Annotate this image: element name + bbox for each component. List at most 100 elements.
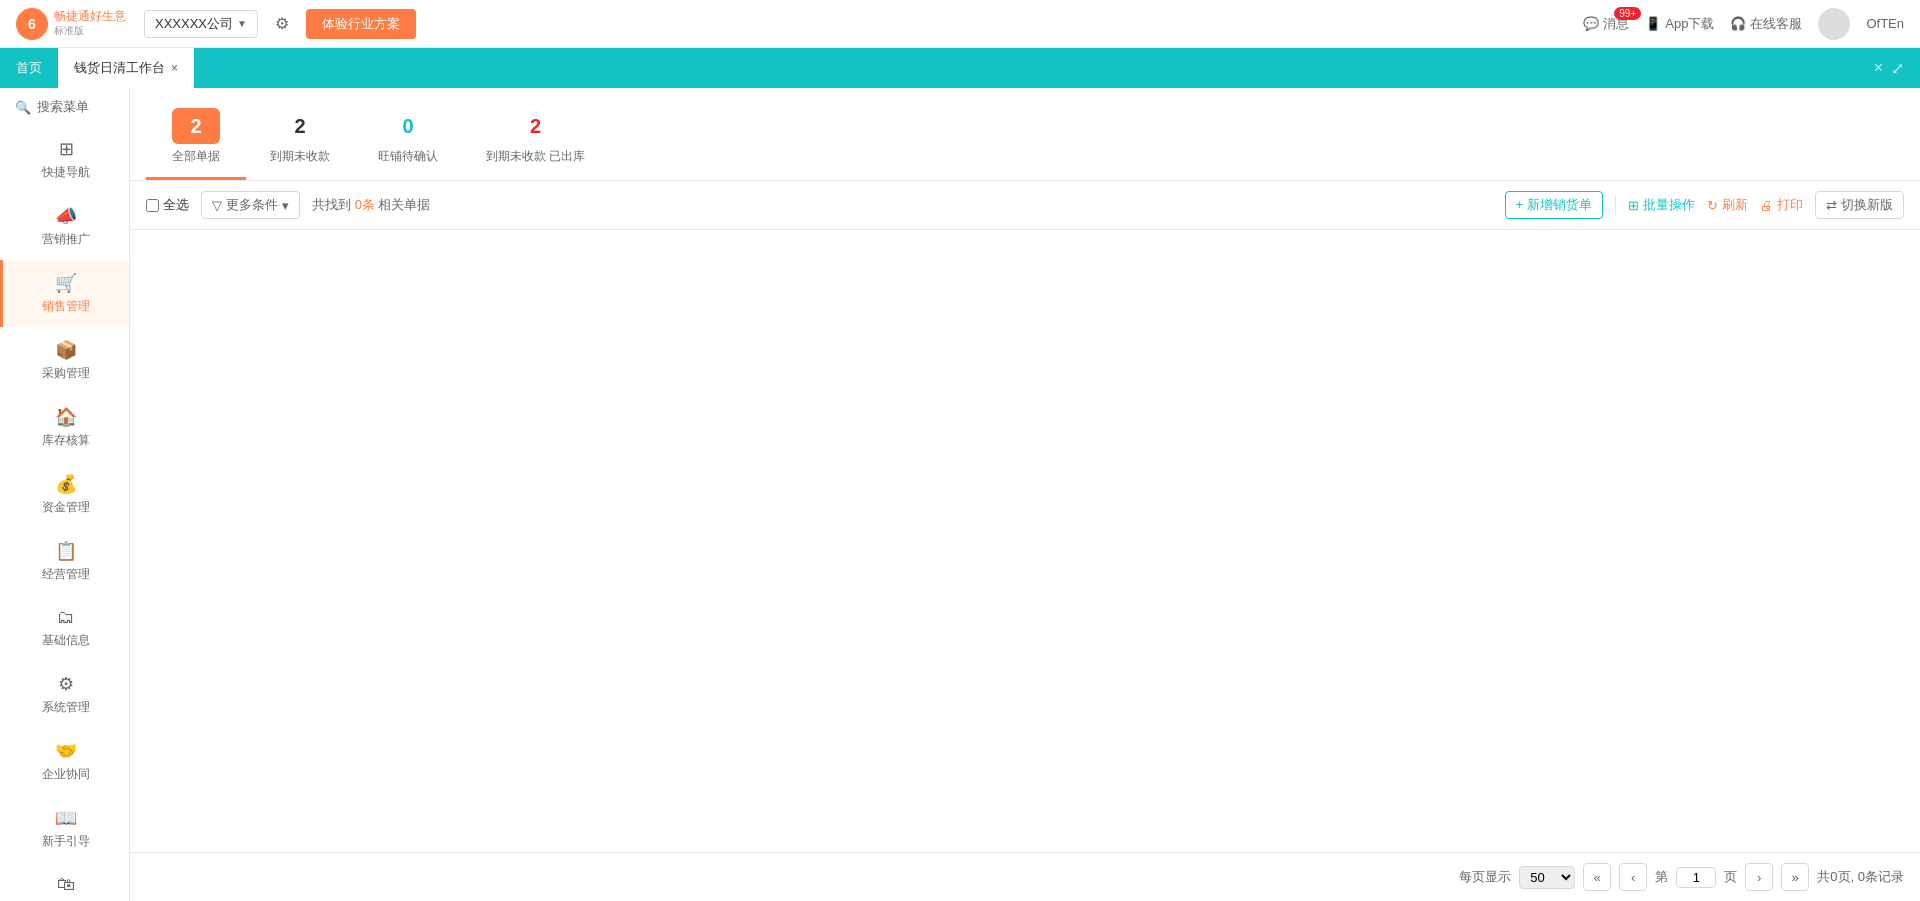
sidebar-item-purchase[interactable]: 📦 采购管理 xyxy=(0,327,129,394)
batch-button[interactable]: ⊞ 批量操作 xyxy=(1628,196,1695,214)
sidebar-item-app-center[interactable]: 🛍 应用中心 xyxy=(0,862,129,901)
refresh-icon: ↻ xyxy=(1707,198,1718,213)
content-area: 2 全部单据 2 到期未收款 0 旺铺待确认 2 到期未收款 已出库 全选 xyxy=(130,88,1920,901)
sidebar-label-guide: 新手引导 xyxy=(42,833,90,850)
page-number-input[interactable] xyxy=(1676,867,1716,888)
sidebar-item-search[interactable]: 🔍 搜索菜单 xyxy=(0,88,129,126)
page-size-select[interactable]: 20 50 100 xyxy=(1519,866,1575,889)
trial-button[interactable]: 体验行业方案 xyxy=(306,9,416,39)
window-expand-button[interactable]: ⤢ xyxy=(1891,59,1904,78)
stat-shipped-number: 2 xyxy=(512,108,560,144)
filter-button[interactable]: ▽ 更多条件 ▾ xyxy=(201,191,300,219)
print-icon: 🖨 xyxy=(1760,198,1773,213)
active-tab-label: 钱货日清工作台 xyxy=(74,59,165,77)
sidebar-label-basic-info: 基础信息 xyxy=(42,632,90,649)
app-download-label: App下载 xyxy=(1665,15,1714,33)
tab-bar: 首页 钱货日清工作台 × × ⤢ xyxy=(0,48,1920,88)
stat-tab-shipped[interactable]: 2 到期未收款 已出库 xyxy=(462,100,609,180)
service-icon: 🎧 xyxy=(1730,16,1746,31)
sidebar-item-quick-nav[interactable]: ⊞ 快捷导航 xyxy=(0,126,129,193)
tab-home[interactable]: 首页 xyxy=(0,48,58,88)
megaphone-icon: 📣 xyxy=(55,205,77,227)
sidebar-label-sales: 销售管理 xyxy=(42,298,90,315)
online-service-label: 在线客服 xyxy=(1750,15,1802,33)
table-area xyxy=(130,230,1920,852)
tab-close-icon[interactable]: × xyxy=(171,61,178,75)
top-header: 6 畅捷通好生意 标准版 XXXXXX公司 ▼ ⚙ 体验行业方案 💬 消息 99… xyxy=(0,0,1920,48)
sidebar-item-basic-info[interactable]: 🗂 基础信息 xyxy=(0,595,129,661)
sidebar-label-quick-nav: 快捷导航 xyxy=(42,164,90,181)
chevron-down-icon: ▼ xyxy=(237,18,247,29)
stat-tab-overdue[interactable]: 2 到期未收款 xyxy=(246,100,354,180)
operations-icon: 📋 xyxy=(55,540,77,562)
logo-text: 畅捷通好生意 xyxy=(54,9,126,23)
print-button[interactable]: 🖨 打印 xyxy=(1760,196,1803,214)
result-prefix: 共找到 xyxy=(312,197,351,212)
company-selector[interactable]: XXXXXX公司 ▼ xyxy=(144,10,258,38)
next-page-button[interactable]: › xyxy=(1745,863,1773,891)
sidebar-label-operations: 经营管理 xyxy=(42,566,90,583)
app-download-button[interactable]: 📱 App下载 xyxy=(1645,15,1714,33)
refresh-button[interactable]: ↻ 刷新 xyxy=(1707,196,1748,214)
stat-tab-wangpu[interactable]: 0 旺铺待确认 xyxy=(354,100,462,180)
sidebar-item-operations[interactable]: 📋 经营管理 xyxy=(0,528,129,595)
select-all-checkbox[interactable]: 全选 xyxy=(146,196,189,214)
toolbar: 全选 ▽ 更多条件 ▾ 共找到 0条 相关单据 + 新增销货单 ⊞ 批量操作 xyxy=(130,181,1920,230)
sidebar-label-marketing: 营销推广 xyxy=(42,231,90,248)
batch-label: 批量操作 xyxy=(1643,196,1695,214)
system-icon: ⚙ xyxy=(58,673,74,695)
switch-version-button[interactable]: ⇄ 切换新版 xyxy=(1815,191,1904,219)
sidebar-item-guide[interactable]: 📖 新手引导 xyxy=(0,795,129,862)
sidebar-item-marketing[interactable]: 📣 营销推广 xyxy=(0,193,129,260)
page-suffix: 页 xyxy=(1724,868,1737,886)
tab-qhrc[interactable]: 钱货日清工作台 × xyxy=(58,48,194,88)
guide-icon: 📖 xyxy=(55,807,77,829)
home-tab-label: 首页 xyxy=(16,59,42,77)
result-text: 共找到 0条 相关单据 xyxy=(312,196,430,214)
pagination: 每页显示 20 50 100 « ‹ 第 页 › » 共0页, 0条记录 xyxy=(130,852,1920,901)
online-service-button[interactable]: 🎧 在线客服 xyxy=(1730,15,1802,33)
settings-button[interactable]: ⚙ xyxy=(266,8,298,40)
search-icon: 🔍 xyxy=(15,100,31,115)
sidebar-item-inventory[interactable]: 🏠 库存核算 xyxy=(0,394,129,461)
switch-label: 切换新版 xyxy=(1841,196,1893,214)
total-info: 共0页, 0条记录 xyxy=(1817,868,1904,886)
stat-tab-all[interactable]: 2 全部单据 xyxy=(146,100,246,180)
switch-icon: ⇄ xyxy=(1826,198,1837,213)
toolbar-divider xyxy=(1615,195,1616,215)
logo-area: 6 畅捷通好生意 标准版 xyxy=(16,8,136,40)
sidebar-item-collab[interactable]: 🤝 企业协同 xyxy=(0,728,129,795)
window-close-button[interactable]: × xyxy=(1874,59,1883,78)
add-sale-button[interactable]: + 新增销货单 xyxy=(1505,191,1604,219)
stat-wangpu-number: 0 xyxy=(384,108,432,144)
message-icon: 💬 xyxy=(1583,16,1599,31)
page-size-label: 每页显示 xyxy=(1459,868,1511,886)
sidebar-label-funds: 资金管理 xyxy=(42,499,90,516)
last-page-button[interactable]: » xyxy=(1781,863,1809,891)
sidebar-item-funds[interactable]: 💰 资金管理 xyxy=(0,461,129,528)
sidebar-label-inventory: 库存核算 xyxy=(42,432,90,449)
result-suffix: 相关单据 xyxy=(378,197,430,212)
select-all-input[interactable] xyxy=(146,199,159,212)
sidebar-item-sales[interactable]: 🛒 销售管理 xyxy=(0,260,129,327)
filter-label: 更多条件 xyxy=(226,196,278,214)
result-count: 0条 xyxy=(355,197,375,212)
message-button[interactable]: 💬 消息 99+ xyxy=(1583,15,1629,33)
cart-icon: 🛒 xyxy=(55,272,77,294)
user-name[interactable]: OfTEn xyxy=(1866,16,1904,31)
logo-text-group: 畅捷通好生意 标准版 xyxy=(54,9,126,37)
stat-shipped-label: 到期未收款 已出库 xyxy=(486,148,585,165)
first-page-button[interactable]: « xyxy=(1583,863,1611,891)
logo-icon: 6 xyxy=(16,8,48,40)
main-layout: 🔍 搜索菜单 ⊞ 快捷导航 📣 营销推广 🛒 销售管理 📦 采购管理 🏠 库存核… xyxy=(0,88,1920,901)
stat-all-number: 2 xyxy=(172,108,220,144)
basicinfo-icon: 🗂 xyxy=(57,607,75,628)
select-all-label: 全选 xyxy=(163,196,189,214)
collab-icon: 🤝 xyxy=(55,740,77,762)
sidebar-item-system[interactable]: ⚙ 系统管理 xyxy=(0,661,129,728)
download-icon: 📱 xyxy=(1645,16,1661,31)
prev-page-button[interactable]: ‹ xyxy=(1619,863,1647,891)
tab-actions: × ⤢ xyxy=(1858,59,1920,78)
stats-tabs: 2 全部单据 2 到期未收款 0 旺铺待确认 2 到期未收款 已出库 xyxy=(130,88,1920,181)
logo-sub: 标准版 xyxy=(54,24,126,38)
